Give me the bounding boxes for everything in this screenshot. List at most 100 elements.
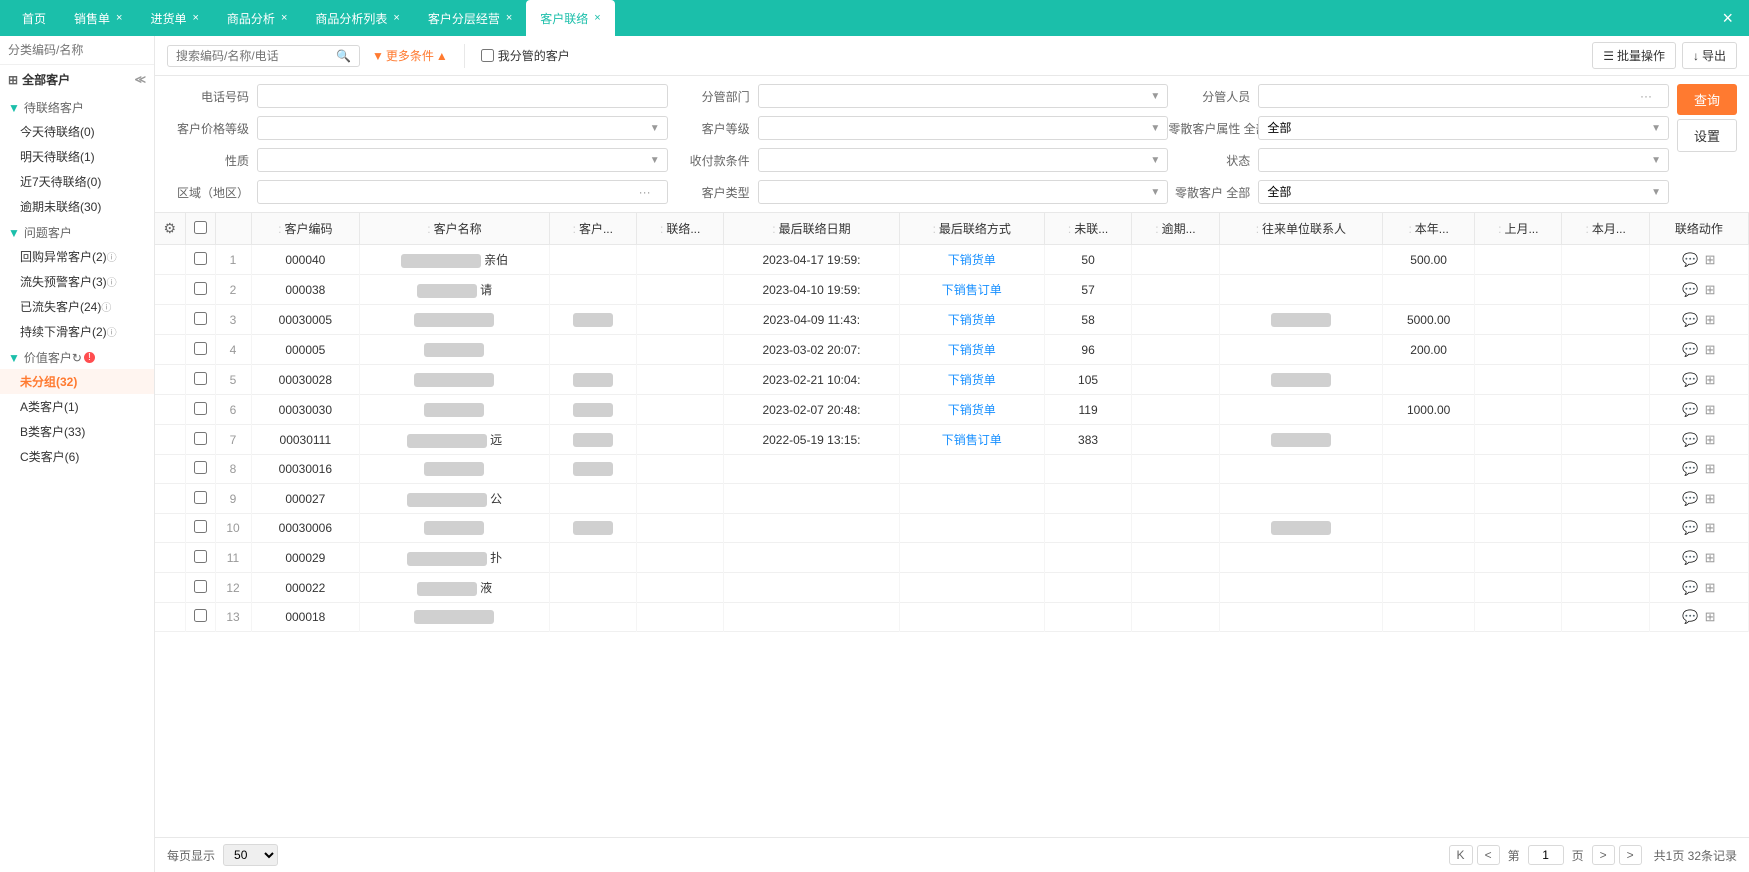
last-contact-date-header[interactable]: :最后联络日期: [724, 213, 899, 245]
row-select-checkbox[interactable]: [194, 609, 207, 622]
sidebar-item-c-class[interactable]: C类客户(6): [0, 444, 154, 469]
tab-customer-segment-close[interactable]: ×: [506, 12, 512, 24]
payment-select[interactable]: [758, 148, 1169, 172]
sidebar-item-overdue-pending[interactable]: 逾期未联络(30): [0, 194, 154, 219]
chat-icon[interactable]: 💬: [1682, 402, 1698, 418]
select-all-checkbox[interactable]: [194, 221, 207, 234]
search-icon[interactable]: 🔍: [336, 49, 351, 63]
tab-goods-analysis[interactable]: 商品分析 ×: [213, 0, 301, 36]
tab-sales-close[interactable]: ×: [116, 12, 122, 24]
more-conditions-btn[interactable]: ▼ 更多条件 ▲: [372, 47, 448, 64]
more-icon[interactable]: ⊞: [1705, 342, 1716, 358]
chat-icon[interactable]: 💬: [1682, 580, 1698, 596]
row-checkbox[interactable]: [185, 425, 215, 455]
row-select-checkbox[interactable]: [194, 312, 207, 325]
row-checkbox[interactable]: [185, 543, 215, 573]
next-page-btn[interactable]: >: [1592, 845, 1615, 865]
row-checkbox[interactable]: [185, 395, 215, 425]
type-column-header[interactable]: :客户...: [549, 213, 636, 245]
query-button[interactable]: 查询: [1677, 84, 1737, 115]
more-icon[interactable]: ⊞: [1705, 520, 1716, 536]
tab-purchase-close[interactable]: ×: [192, 12, 198, 24]
sidebar-item-tomorrow-pending[interactable]: 明天待联络(1): [0, 144, 154, 169]
more-icon[interactable]: ⊞: [1705, 550, 1716, 566]
page-input[interactable]: [1528, 845, 1564, 865]
settings-icon[interactable]: ⚙: [163, 220, 176, 236]
chat-icon[interactable]: 💬: [1682, 461, 1698, 477]
row-select-checkbox[interactable]: [194, 461, 207, 474]
sidebar-group-problem[interactable]: ▼ 问题客户: [0, 219, 154, 244]
code-column-header[interactable]: :客户编码: [251, 213, 360, 245]
checkbox-column-header[interactable]: [185, 213, 215, 245]
tab-sales[interactable]: 销售单 ×: [60, 0, 136, 36]
sidebar-item-7days-pending[interactable]: 近7天待联络(0): [0, 169, 154, 194]
manager-dots[interactable]: ···: [1632, 89, 1660, 103]
row-select-checkbox[interactable]: [194, 580, 207, 593]
tab-goods-analysis-close[interactable]: ×: [281, 12, 287, 24]
sidebar-item-declining[interactable]: 持续下滑客户(2) ⓘ: [0, 319, 154, 344]
more-icon[interactable]: ⊞: [1705, 491, 1716, 507]
more-icon[interactable]: ⊞: [1705, 372, 1716, 388]
sidebar-item-unclassified[interactable]: 未分组(32): [0, 369, 154, 394]
tab-purchase[interactable]: 进货单 ×: [136, 0, 212, 36]
tab-goods-analysis-list[interactable]: 商品分析列表 ×: [301, 0, 413, 36]
row-checkbox[interactable]: [185, 245, 215, 275]
row-select-checkbox[interactable]: [194, 282, 207, 295]
tab-customer-contact-close[interactable]: ×: [594, 12, 600, 24]
chat-icon[interactable]: 💬: [1682, 372, 1698, 388]
status-select[interactable]: [1258, 148, 1669, 172]
more-icon[interactable]: ⊞: [1705, 432, 1716, 448]
last-page-btn[interactable]: >: [1619, 845, 1642, 865]
prev-page-btn[interactable]: <: [1477, 845, 1500, 865]
customer-level-select[interactable]: [758, 116, 1169, 140]
more-icon[interactable]: ⊞: [1705, 282, 1716, 298]
row-select-checkbox[interactable]: [194, 402, 207, 415]
chat-icon[interactable]: 💬: [1682, 312, 1698, 328]
sidebar-item-today-pending[interactable]: 今天待联络(0): [0, 119, 154, 144]
this-year-header[interactable]: :本年...: [1383, 213, 1475, 245]
search-box[interactable]: 🔍: [167, 45, 360, 67]
sidebar-item-churned[interactable]: 已流失客户(24) ⓘ: [0, 294, 154, 319]
contact-method-link[interactable]: 下销货单: [948, 253, 996, 267]
contact-method-link[interactable]: 下销货单: [948, 403, 996, 417]
region-dots[interactable]: ···: [631, 185, 659, 199]
sidebar-item-repurchase-abnormal[interactable]: 回购异常客户(2) ⓘ: [0, 244, 154, 269]
row-checkbox[interactable]: [185, 275, 215, 305]
row-checkbox[interactable]: [185, 484, 215, 514]
more-icon[interactable]: ⊞: [1705, 461, 1716, 477]
row-checkbox[interactable]: [185, 603, 215, 632]
more-icon[interactable]: ⊞: [1705, 312, 1716, 328]
no-contact-header[interactable]: :未联...: [1044, 213, 1131, 245]
row-select-checkbox[interactable]: [194, 252, 207, 265]
nature-select[interactable]: [257, 148, 668, 172]
chat-icon[interactable]: 💬: [1682, 282, 1698, 298]
row-checkbox[interactable]: [185, 335, 215, 365]
gear-column-header[interactable]: ⚙: [155, 213, 185, 245]
my-customers-checkbox[interactable]: [481, 49, 494, 62]
row-select-checkbox[interactable]: [194, 372, 207, 385]
chat-icon[interactable]: 💬: [1682, 491, 1698, 507]
row-checkbox[interactable]: [185, 514, 215, 543]
contact-method-link[interactable]: 下销货单: [948, 343, 996, 357]
chat-icon[interactable]: 💬: [1682, 609, 1698, 625]
tab-customer-contact[interactable]: 客户联络 ×: [526, 0, 614, 36]
dept-select[interactable]: [758, 84, 1169, 108]
refresh-icon[interactable]: ↻: [72, 351, 82, 365]
tab-customer-segment[interactable]: 客户分层经营 ×: [414, 0, 526, 36]
batch-ops-button[interactable]: ☰ 批量操作: [1592, 42, 1676, 69]
unit-contact-header[interactable]: :往来单位联系人: [1219, 213, 1383, 245]
close-all-tabs[interactable]: ×: [1714, 8, 1741, 29]
name-column-header[interactable]: :客户名称: [360, 213, 549, 245]
sidebar-item-churn-warning[interactable]: 流失预警客户(3) ⓘ: [0, 269, 154, 294]
price-level-select[interactable]: [257, 116, 668, 140]
row-select-checkbox[interactable]: [194, 491, 207, 504]
my-customers-checkbox-wrap[interactable]: 我分管的客户: [481, 47, 570, 64]
sidebar-item-b-class[interactable]: B类客户(33): [0, 419, 154, 444]
page-size-select[interactable]: 10 20 50 100: [223, 844, 278, 866]
row-select-checkbox[interactable]: [194, 550, 207, 563]
more-icon[interactable]: ⊞: [1705, 609, 1716, 625]
chat-icon[interactable]: 💬: [1682, 432, 1698, 448]
sidebar-group-pending[interactable]: ▼ 待联络客户: [0, 94, 154, 119]
tab-goods-analysis-list-close[interactable]: ×: [393, 12, 399, 24]
row-checkbox[interactable]: [185, 573, 215, 603]
